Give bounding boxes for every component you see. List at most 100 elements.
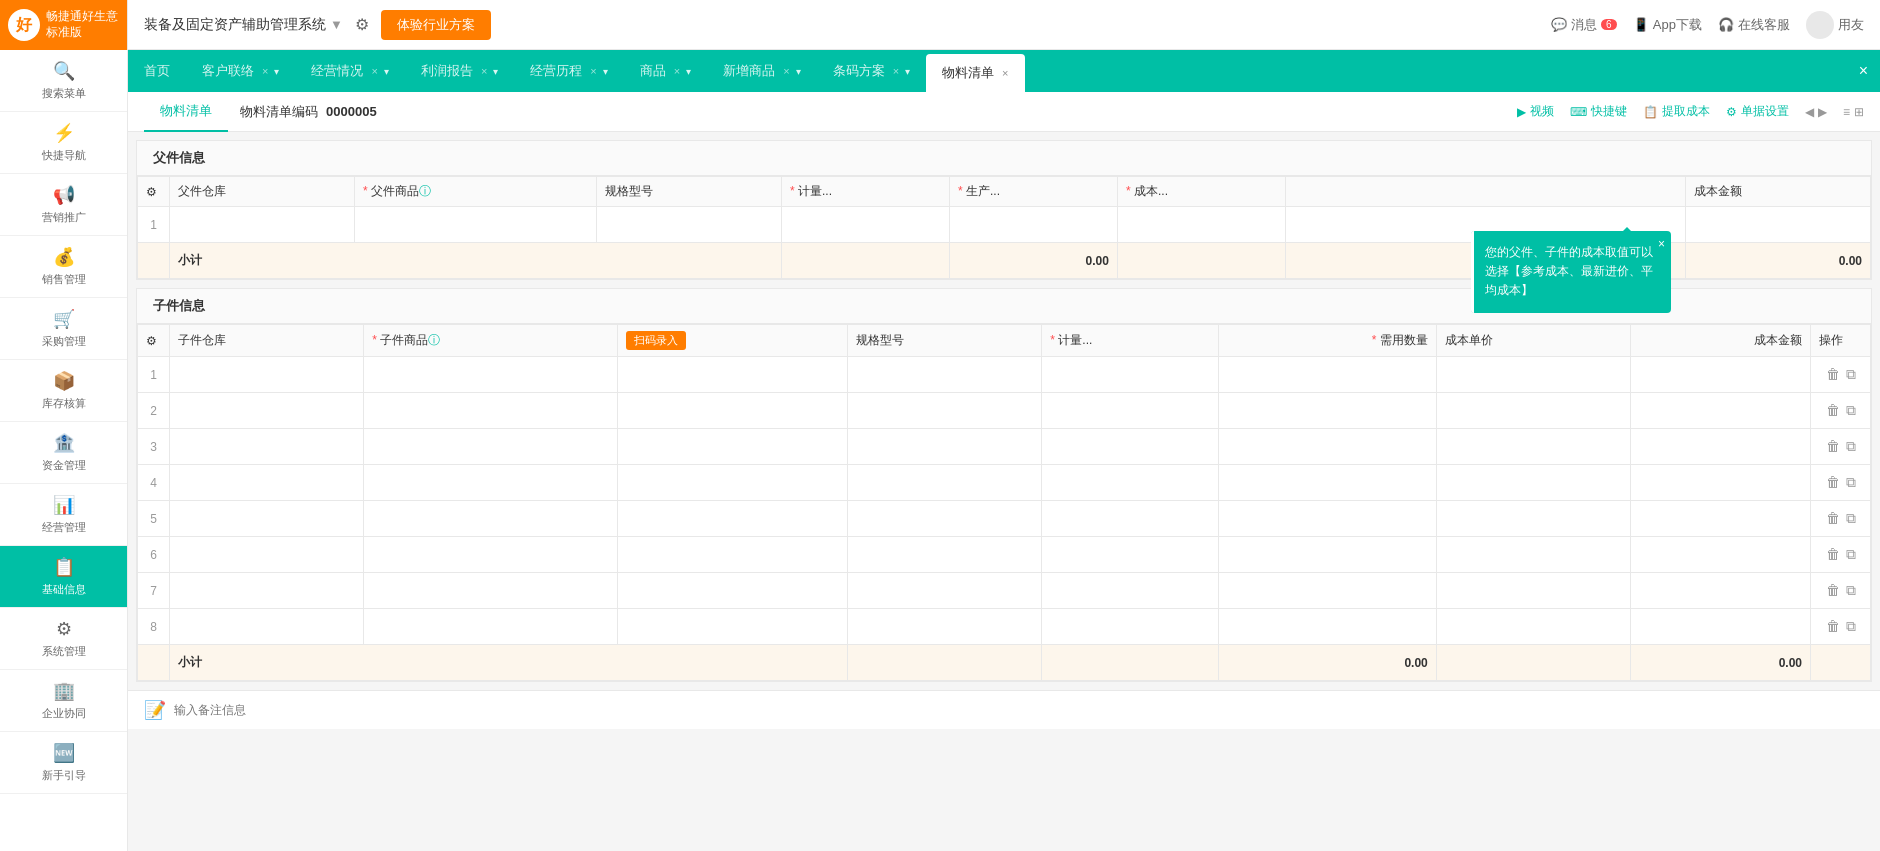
finance-icon: 🏦 — [53, 432, 75, 454]
keyboard-icon: ⌨ — [1570, 105, 1587, 119]
delete-icon[interactable]: 🗑 — [1826, 618, 1840, 635]
next-icon[interactable]: ▶ — [1818, 105, 1827, 119]
sidebar-item-marketing[interactable]: 📢 营销推广 — [0, 174, 127, 236]
th-parent-product: * 父件商品ⓘ — [355, 177, 597, 207]
system-title: 装备及固定资产辅助管理系统 — [144, 16, 326, 34]
tabs-close-all[interactable]: × — [1847, 62, 1880, 80]
app-logo: 好 畅捷通好生意 标准版 — [0, 0, 127, 50]
message-icon: 💬 — [1551, 17, 1567, 32]
child-row: 4 🗑⧉ — [138, 465, 1871, 501]
child-subtotal-label: 小计 — [170, 645, 848, 681]
copy-icon[interactable]: ⧉ — [1846, 546, 1856, 563]
close-icon[interactable]: × — [674, 65, 680, 77]
close-icon[interactable]: × — [262, 65, 268, 77]
sub-actions: ▶ 视频 ⌨ 快捷键 📋 提取成本 ⚙ 单据设置 ◀ ▶ — [1517, 103, 1864, 120]
subtab-bom-list[interactable]: 物料清单 — [144, 92, 228, 132]
grid-view-icon[interactable]: ⊞ — [1854, 105, 1864, 119]
tooltip-close-button[interactable]: × — [1658, 235, 1665, 254]
th-parent-amount: 成本金额 — [1685, 177, 1870, 207]
sidebar-item-purchase[interactable]: 🛒 采购管理 — [0, 298, 127, 360]
remark-input[interactable] — [174, 703, 1864, 717]
delete-icon[interactable]: 🗑 — [1826, 510, 1840, 527]
settings-icon[interactable]: ⚙ — [355, 15, 369, 34]
delete-icon[interactable]: 🗑 — [1826, 582, 1840, 599]
sidebar-item-guide[interactable]: 🆕 新手引导 — [0, 732, 127, 794]
copy-icon[interactable]: ⧉ — [1846, 438, 1856, 455]
child-subtotal-row: 小计 0.00 0.00 — [138, 645, 1871, 681]
close-icon[interactable]: × — [371, 65, 377, 77]
sidebar-item-sales[interactable]: 💰 销售管理 — [0, 236, 127, 298]
prev-icon[interactable]: ◀ — [1805, 105, 1814, 119]
doc-settings-icon: ⚙ — [1726, 105, 1737, 119]
child-row: 6 🗑⧉ — [138, 537, 1871, 573]
close-icon-active[interactable]: × — [1002, 67, 1008, 79]
bottom-bar: 📝 — [128, 690, 1880, 729]
th-child-warehouse: 子件仓库 — [170, 325, 364, 357]
sidebar-item-quicknav[interactable]: ⚡ 快捷导航 — [0, 112, 127, 174]
sidebar-item-basic[interactable]: 📋 基础信息 — [0, 546, 127, 608]
parent-section: 父件信息 × 您的父件、子件的成本取值可以选择【参考成本、最新进价、平均成本】 … — [136, 140, 1872, 280]
sidebar-item-inventory[interactable]: 📦 库存核算 — [0, 360, 127, 422]
action-shortcut[interactable]: ⌨ 快捷键 — [1570, 103, 1627, 120]
copy-icon[interactable]: ⧉ — [1846, 474, 1856, 491]
tab-new-goods[interactable]: 新增商品×▾ — [707, 50, 816, 92]
th-child-spec: 规格型号 — [848, 325, 1042, 357]
online-service-action[interactable]: 🎧 在线客服 — [1718, 16, 1790, 34]
tab-customer[interactable]: 客户联络×▾ — [186, 50, 295, 92]
tab-operation[interactable]: 经营情况×▾ — [295, 50, 404, 92]
tab-goods[interactable]: 商品×▾ — [624, 50, 707, 92]
th-settings: ⚙ — [138, 177, 170, 207]
user-action[interactable]: 用友 — [1806, 11, 1864, 39]
main-area: 装备及固定资产辅助管理系统 ▼ ⚙ 体验行业方案 💬 消息 6 📱 App下载 … — [128, 0, 1880, 851]
copy-icon[interactable]: ⧉ — [1846, 618, 1856, 635]
message-action[interactable]: 💬 消息 6 — [1551, 16, 1617, 34]
list-view-icon[interactable]: ≡ — [1843, 105, 1850, 119]
th-child-unit-cost: 成本单价 — [1436, 325, 1630, 357]
delete-icon[interactable]: 🗑 — [1826, 366, 1840, 383]
delete-icon[interactable]: 🗑 — [1826, 438, 1840, 455]
header-left: 装备及固定资产辅助管理系统 ▼ ⚙ 体验行业方案 — [144, 10, 491, 40]
copy-icon[interactable]: ⧉ — [1846, 510, 1856, 527]
close-icon[interactable]: × — [481, 65, 487, 77]
scan-btn[interactable]: 扫码录入 — [626, 331, 686, 350]
system-title-area: 装备及固定资产辅助管理系统 ▼ — [144, 16, 343, 34]
sidebar-item-operation[interactable]: 📊 经营管理 — [0, 484, 127, 546]
tab-history[interactable]: 经营历程×▾ — [514, 50, 623, 92]
dropdown-arrow-icon[interactable]: ▼ — [330, 17, 343, 32]
sidebar-item-finance[interactable]: 🏦 资金管理 — [0, 422, 127, 484]
copy-icon[interactable]: ⧉ — [1846, 402, 1856, 419]
close-icon[interactable]: × — [893, 65, 899, 77]
th-child-unit: * 计量... — [1042, 325, 1218, 357]
search-icon: 🔍 — [53, 60, 75, 82]
delete-icon[interactable]: 🗑 — [1826, 402, 1840, 419]
tooltip-line — [1471, 231, 1474, 313]
trial-button[interactable]: 体验行业方案 — [381, 10, 491, 40]
sidebar: 好 畅捷通好生意 标准版 🔍 搜索菜单 ⚡ 快捷导航 📢 营销推广 💰 销售管理… — [0, 0, 128, 851]
sidebar-item-search[interactable]: 🔍 搜索菜单 — [0, 50, 127, 112]
action-extract-cost[interactable]: 📋 提取成本 — [1643, 103, 1710, 120]
copy-icon[interactable]: ⧉ — [1846, 366, 1856, 383]
th-child-settings: ⚙ — [138, 325, 170, 357]
delete-icon[interactable]: 🗑 — [1826, 474, 1840, 491]
sidebar-item-enterprise[interactable]: 🏢 企业协同 — [0, 670, 127, 732]
action-doc-settings[interactable]: ⚙ 单据设置 — [1726, 103, 1789, 120]
copy-icon[interactable]: ⧉ — [1846, 582, 1856, 599]
logo-icon: 好 — [8, 9, 40, 41]
th-child-qty: * 需用数量 — [1218, 325, 1436, 357]
action-video[interactable]: ▶ 视频 — [1517, 103, 1554, 120]
tab-profit[interactable]: 利润报告×▾ — [405, 50, 514, 92]
tab-bom[interactable]: 物料清单× — [926, 54, 1024, 92]
tab-barcode[interactable]: 条码方案×▾ — [817, 50, 926, 92]
close-icon[interactable]: × — [783, 65, 789, 77]
guide-icon: 🆕 — [53, 742, 75, 764]
app-download-action[interactable]: 📱 App下载 — [1633, 16, 1702, 34]
sidebar-item-system[interactable]: ⚙ 系统管理 — [0, 608, 127, 670]
tab-home[interactable]: 首页 — [128, 50, 186, 92]
close-icon[interactable]: × — [590, 65, 596, 77]
th-parent-production: * 生产... — [949, 177, 1117, 207]
child-subtotal-amount: 0.00 — [1631, 645, 1811, 681]
marketing-icon: 📢 — [53, 184, 75, 206]
nav-tabs: 首页 客户联络×▾ 经营情况×▾ 利润报告×▾ 经营历程×▾ 商品×▾ 新增商品… — [128, 50, 1880, 92]
delete-icon[interactable]: 🗑 — [1826, 546, 1840, 563]
purchase-icon: 🛒 — [53, 308, 75, 330]
